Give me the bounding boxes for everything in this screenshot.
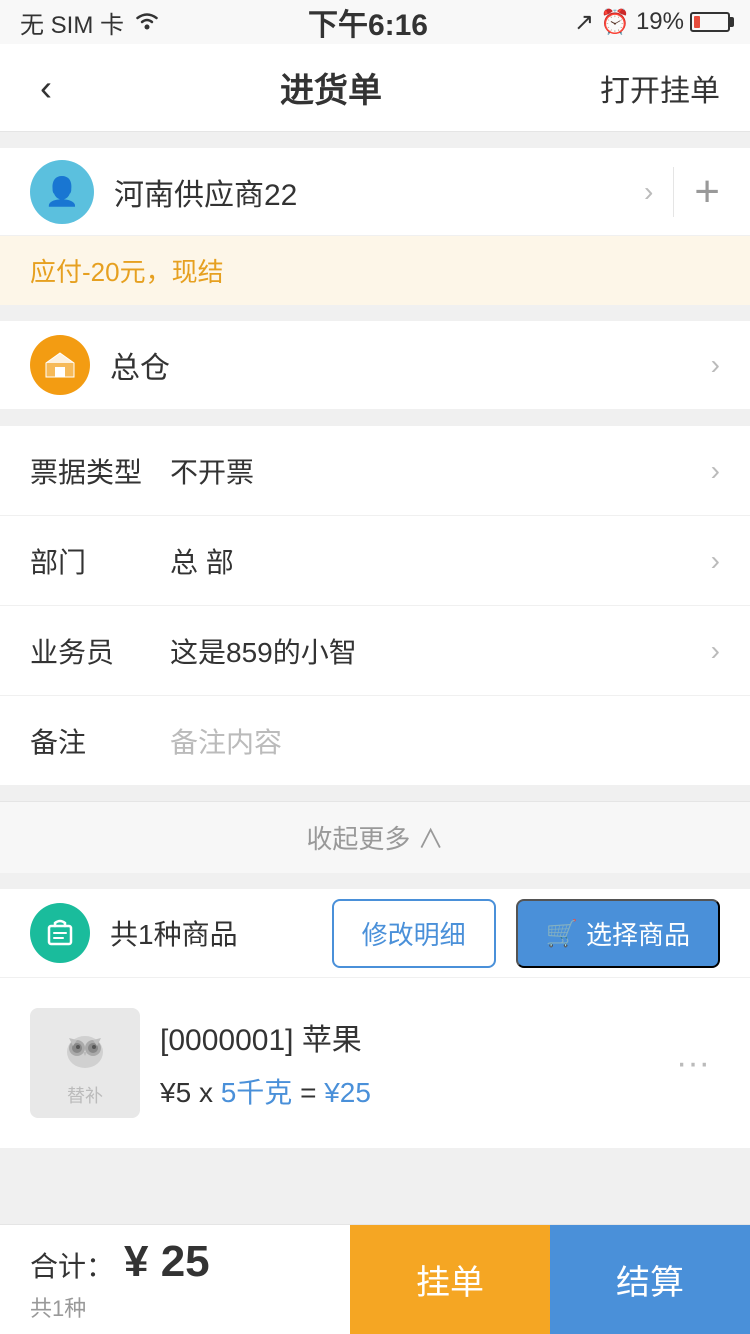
avatar-icon: 👤 <box>45 175 80 208</box>
sales-value: 这是859的小智 <box>170 631 711 671</box>
sales-row[interactable]: 业务员 这是859的小智 › <box>0 605 750 695</box>
bill-type-row[interactable]: 票据类型 不开票 › <box>0 425 750 515</box>
dept-chevron-icon: › <box>711 545 720 577</box>
warehouse-row[interactable]: 总仓 › <box>0 321 750 409</box>
select-product-button[interactable]: 🛒 选择商品 <box>516 899 720 968</box>
status-time: 下午6:16 <box>308 0 428 44</box>
collapse-toggle[interactable]: 收起更多 ∧ <box>0 801 750 873</box>
collapse-label: 收起更多 ∧ <box>306 819 443 856</box>
bill-type-value: 不开票 <box>170 451 711 491</box>
supplier-avatar: 👤 <box>30 160 94 224</box>
back-button[interactable]: ‹ <box>30 57 62 119</box>
note-label: 备注 <box>30 721 170 761</box>
product-name: [0000001] 苹果 <box>160 1015 646 1059</box>
dept-label: 部门 <box>30 541 170 581</box>
status-right: ↗ ⏰ 19% <box>574 8 730 37</box>
equals-sign: = <box>300 1077 324 1108</box>
product-info: [0000001] 苹果 ¥5 x 5千克 = ¥25 <box>160 1015 646 1111</box>
footer: 合计： ¥ 25 共1种 挂单 结算 <box>0 1224 750 1334</box>
carrier-text: 无 SIM 卡 <box>20 5 124 40</box>
owl-logo: 替补 <box>30 1008 140 1118</box>
product-item: 替补 [0000001] 苹果 ¥5 x 5千克 = ¥25 ··· <box>0 977 750 1148</box>
sales-chevron-icon: › <box>711 635 720 667</box>
supplier-info-banner: 应付-20元，现结 <box>0 236 750 305</box>
status-bar: 无 SIM 卡 下午6:16 ↗ ⏰ 19% <box>0 0 750 44</box>
total-label: 合计： <box>30 1245 114 1285</box>
product-count-icon <box>30 903 90 963</box>
bill-type-chevron-icon: › <box>711 455 720 487</box>
nav-bar: ‹ 进货单 打开挂单 <box>0 44 750 132</box>
bill-type-label: 票据类型 <box>30 451 170 491</box>
divider <box>673 167 674 217</box>
price-unit: ¥5 <box>160 1077 191 1108</box>
note-row[interactable]: 备注 备注内容 <box>0 695 750 785</box>
total-amount: ¥ 25 <box>124 1237 210 1287</box>
supplier-row: 👤 河南供应商22 › + <box>0 148 750 236</box>
supplier-chevron-icon: › <box>644 176 653 208</box>
product-more-button[interactable]: ··· <box>666 1034 720 1093</box>
footer-total-row: 合计： ¥ 25 <box>30 1237 320 1287</box>
add-supplier-button[interactable]: + <box>694 167 720 217</box>
battery-icon <box>690 12 730 32</box>
location-icon: ↗ <box>574 8 594 37</box>
multiply-sign: x <box>199 1077 221 1108</box>
warehouse-chevron-icon: › <box>711 349 720 381</box>
wifi-icon <box>132 8 162 37</box>
alarm-icon: ⏰ <box>600 8 630 37</box>
cart-icon: 🛒 <box>546 918 578 949</box>
status-left: 无 SIM 卡 <box>20 5 162 40</box>
note-input[interactable]: 备注内容 <box>170 721 720 761</box>
warehouse-card: 总仓 › <box>0 321 750 409</box>
select-product-label: 选择商品 <box>586 915 690 952</box>
edit-detail-button[interactable]: 修改明细 <box>332 899 496 968</box>
product-title-name: 苹果 <box>302 1024 362 1057</box>
product-thumbnail: 替补 <box>30 1008 140 1118</box>
page-title: 进货单 <box>280 63 382 112</box>
warehouse-icon <box>30 335 90 395</box>
warehouse-name: 总仓 <box>110 343 711 387</box>
form-card: 票据类型 不开票 › 部门 总 部 › 业务员 这是859的小智 › 备注 备注… <box>0 425 750 785</box>
dept-value: 总 部 <box>170 541 711 581</box>
supplier-name[interactable]: 河南供应商22 <box>114 170 644 214</box>
settle-button[interactable]: 结算 <box>550 1225 750 1334</box>
product-header: 共1种商品 修改明细 🛒 选择商品 <box>0 889 750 977</box>
supplier-card: 👤 河南供应商22 › + 应付-20元，现结 <box>0 148 750 305</box>
product-qty: 5千克 <box>221 1077 293 1108</box>
total-sub: 共1种 <box>30 1291 320 1323</box>
product-price: ¥5 x 5千克 = ¥25 <box>160 1071 646 1111</box>
dept-row[interactable]: 部门 总 部 › <box>0 515 750 605</box>
battery-text: 19% <box>636 8 684 36</box>
product-code: [0000001] <box>160 1024 293 1057</box>
main-content: 👤 河南供应商22 › + 应付-20元，现结 总仓 › 票据类型 <box>0 148 750 1268</box>
open-pending-button[interactable]: 打开挂单 <box>600 66 720 110</box>
hang-button[interactable]: 挂单 <box>350 1225 550 1334</box>
footer-total: 合计： ¥ 25 共1种 <box>0 1237 350 1323</box>
product-total: ¥25 <box>324 1077 371 1108</box>
sales-label: 业务员 <box>30 631 170 671</box>
product-count-text: 共1种商品 <box>110 913 312 953</box>
